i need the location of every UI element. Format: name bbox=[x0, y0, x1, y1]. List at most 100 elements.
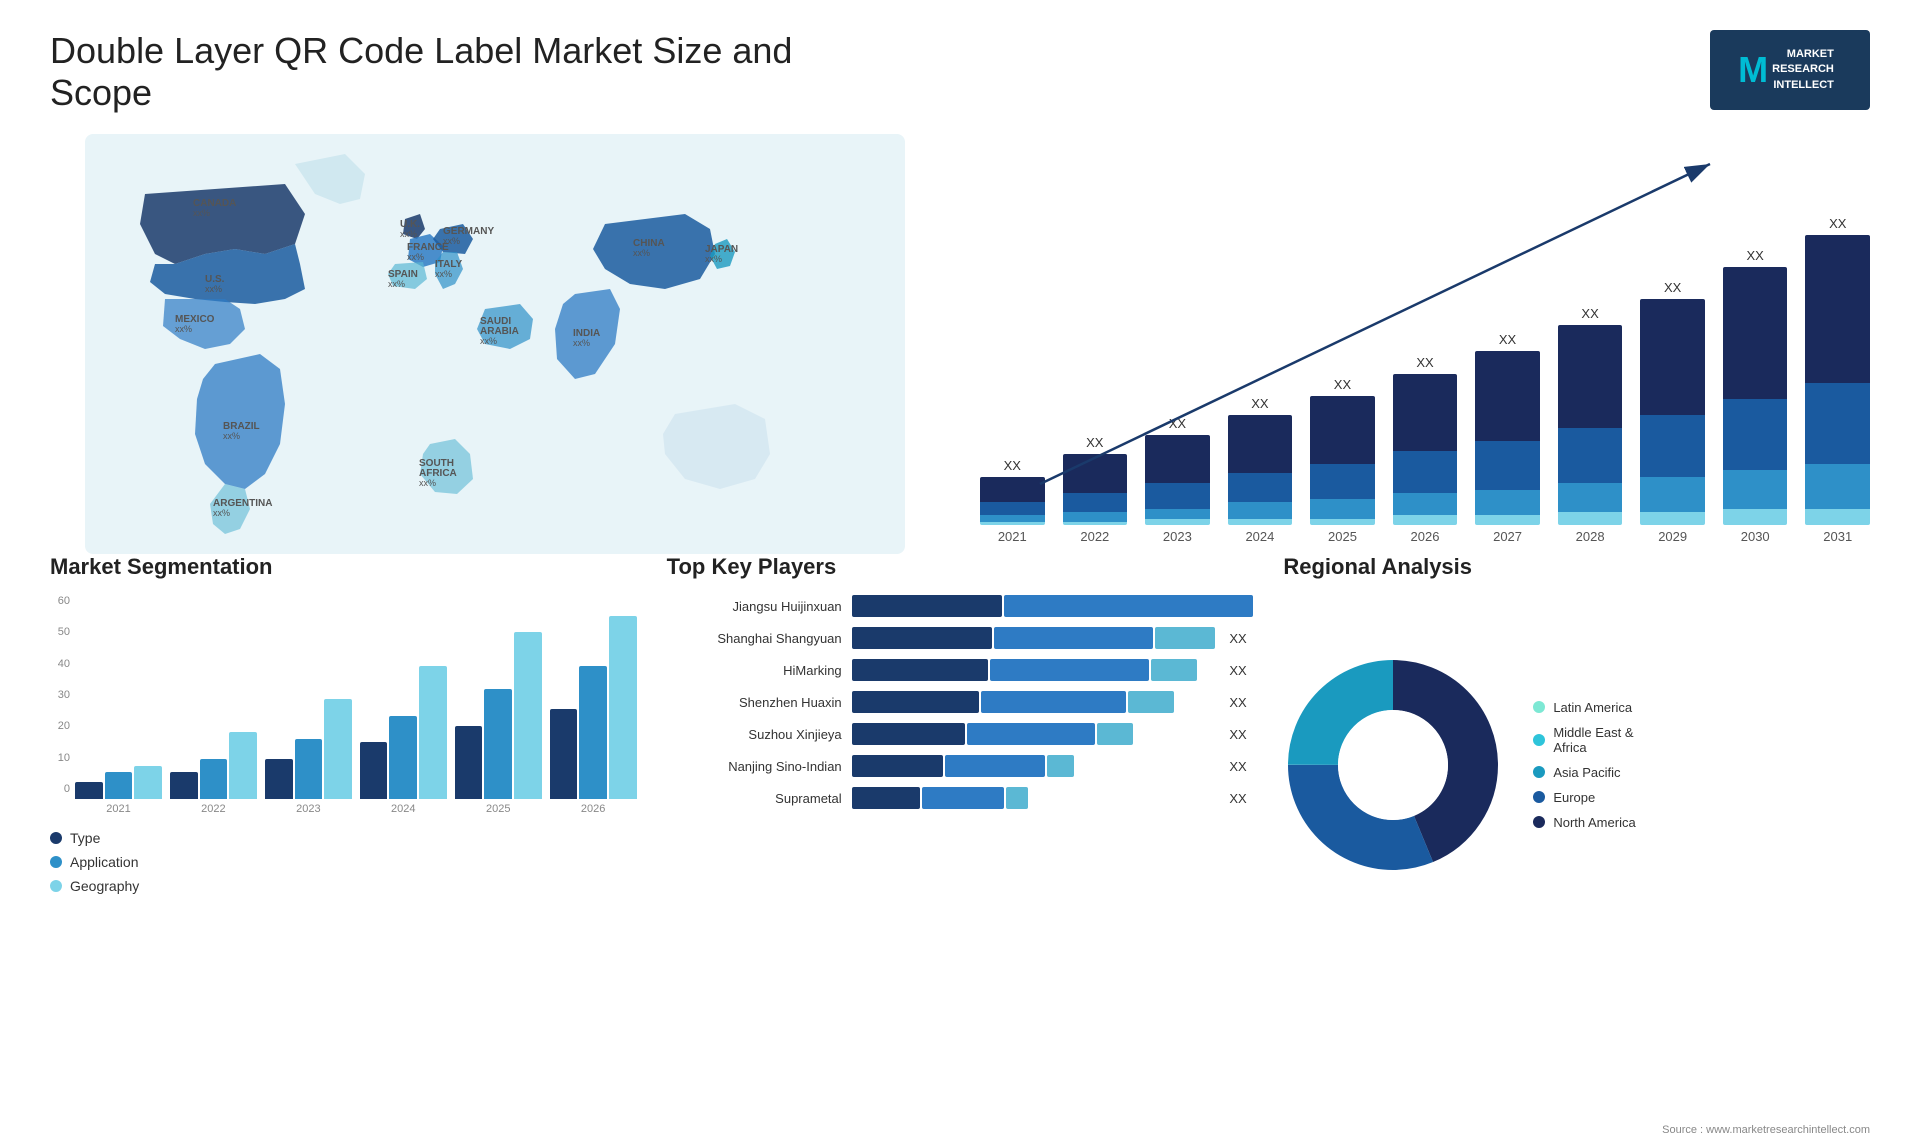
bar-x-label-2023: 2023 bbox=[1145, 529, 1210, 544]
players-section: Top Key Players Jiangsu HuijinxuanShangh… bbox=[667, 554, 1254, 934]
bar-stacked-2024 bbox=[1228, 415, 1293, 525]
latin-america-label: Latin America bbox=[1553, 700, 1632, 715]
seg-col bbox=[419, 666, 447, 799]
bar-stacked-2026 bbox=[1393, 374, 1458, 525]
app-dot bbox=[50, 856, 62, 868]
player-seg-2 bbox=[1155, 627, 1215, 649]
bar-seg-0 bbox=[1310, 396, 1375, 464]
bar-seg-1 bbox=[1805, 383, 1870, 464]
seg-x-2026: 2026 bbox=[581, 803, 605, 815]
player-name-4: Suzhou Xinjieya bbox=[667, 727, 842, 742]
bar-seg-3 bbox=[1475, 515, 1540, 525]
seg-col bbox=[265, 759, 293, 799]
bar-seg-1 bbox=[980, 502, 1045, 515]
seg-col bbox=[360, 742, 388, 799]
player-seg-0 bbox=[852, 691, 979, 713]
seg-legend-geo: Geography bbox=[50, 878, 637, 894]
player-row-6: SuprametalXX bbox=[667, 787, 1254, 809]
svg-text:xx%: xx% bbox=[443, 236, 460, 246]
svg-text:xx%: xx% bbox=[407, 252, 424, 262]
player-value-1: XX bbox=[1229, 631, 1253, 646]
seg-col bbox=[389, 716, 417, 799]
bar-seg-1 bbox=[1393, 451, 1458, 493]
bar-seg-2 bbox=[1805, 464, 1870, 509]
svg-text:xx%: xx% bbox=[388, 279, 405, 289]
seg-col bbox=[75, 782, 103, 799]
bar-seg-2 bbox=[1393, 493, 1458, 516]
seg-y-20: 20 bbox=[50, 720, 70, 732]
bar-seg-3 bbox=[1145, 519, 1210, 525]
legend-europe: Europe bbox=[1533, 790, 1635, 805]
seg-col bbox=[550, 709, 578, 799]
bar-group-2021: XX bbox=[980, 458, 1045, 525]
seg-col bbox=[609, 616, 637, 799]
bar-group-2029: XX bbox=[1640, 280, 1705, 525]
seg-y-60: 60 bbox=[50, 595, 70, 607]
donut-chart bbox=[1283, 655, 1503, 875]
seg-legend-type: Type bbox=[50, 830, 637, 846]
header: Double Layer QR Code Label Market Size a… bbox=[50, 30, 1870, 114]
geo-dot bbox=[50, 880, 62, 892]
bar-x-label-2026: 2026 bbox=[1393, 529, 1458, 544]
bar-value-2025: XX bbox=[1334, 377, 1351, 392]
bar-x-label-2030: 2030 bbox=[1723, 529, 1788, 544]
bar-seg-1 bbox=[1475, 441, 1540, 489]
svg-text:xx%: xx% bbox=[400, 229, 417, 239]
player-name-5: Nanjing Sino-Indian bbox=[667, 759, 842, 774]
bar-x-label-2031: 2031 bbox=[1805, 529, 1870, 544]
bar-seg-3 bbox=[1310, 519, 1375, 525]
seg-col bbox=[229, 732, 257, 799]
regional-legend: Latin America Middle East &Africa Asia P… bbox=[1533, 700, 1635, 830]
bar-x-label-2022: 2022 bbox=[1063, 529, 1128, 544]
player-seg-0 bbox=[852, 723, 966, 745]
player-seg-0 bbox=[852, 659, 988, 681]
seg-group-2026: 2026 bbox=[550, 599, 637, 815]
bar-seg-1 bbox=[1145, 483, 1210, 509]
bar-seg-0 bbox=[1475, 351, 1540, 441]
player-name-1: Shanghai Shangyuan bbox=[667, 631, 842, 646]
bar-seg-1 bbox=[1310, 464, 1375, 499]
svg-text:xx%: xx% bbox=[205, 284, 222, 294]
seg-legend-app-label: Application bbox=[70, 854, 139, 870]
player-bars-3 bbox=[852, 691, 1216, 713]
type-dot bbox=[50, 832, 62, 844]
player-seg-2 bbox=[1047, 755, 1074, 777]
player-row-2: HiMarkingXX bbox=[667, 659, 1254, 681]
player-value-3: XX bbox=[1229, 695, 1253, 710]
player-name-3: Shenzhen Huaxin bbox=[667, 695, 842, 710]
legend-north-america: North America bbox=[1533, 815, 1635, 830]
player-value-4: XX bbox=[1229, 727, 1253, 742]
seg-bar-row-2022 bbox=[170, 599, 257, 799]
player-seg-0 bbox=[852, 755, 943, 777]
bar-value-2024: XX bbox=[1251, 396, 1268, 411]
player-name-0: Jiangsu Huijinxuan bbox=[667, 599, 842, 614]
logo-box: M MARKETRESEARCHINTELLECT bbox=[1710, 30, 1870, 110]
player-seg-0 bbox=[852, 595, 1002, 617]
players-list: Jiangsu HuijinxuanShanghai ShangyuanXXHi… bbox=[667, 595, 1254, 934]
seg-group-2022: 2022 bbox=[170, 599, 257, 815]
north-america-label: North America bbox=[1553, 815, 1635, 830]
bar-seg-1 bbox=[1723, 399, 1788, 470]
bar-seg-0 bbox=[1640, 299, 1705, 415]
svg-text:xx%: xx% bbox=[633, 248, 650, 258]
bar-seg-2 bbox=[1558, 483, 1623, 512]
seg-legend-geo-label: Geography bbox=[70, 878, 139, 894]
seg-col bbox=[200, 759, 228, 799]
bar-stacked-2023 bbox=[1145, 435, 1210, 525]
seg-legend-type-label: Type bbox=[70, 830, 100, 846]
bar-seg-3 bbox=[1640, 512, 1705, 525]
bar-seg-2 bbox=[1063, 512, 1128, 522]
bar-stacked-2021 bbox=[980, 477, 1045, 525]
bar-group-2024: XX bbox=[1228, 396, 1293, 525]
logo-text: MARKETRESEARCHINTELLECT bbox=[1772, 47, 1842, 93]
bar-value-2022: XX bbox=[1086, 435, 1103, 450]
bar-seg-0 bbox=[980, 477, 1045, 503]
bar-stacked-2025 bbox=[1310, 396, 1375, 525]
player-seg-1 bbox=[967, 723, 1094, 745]
player-seg-0 bbox=[852, 787, 920, 809]
player-seg-2 bbox=[1006, 787, 1029, 809]
player-value-2: XX bbox=[1229, 663, 1253, 678]
bar-group-2031: XX bbox=[1805, 216, 1870, 525]
seg-group-2021: 2021 bbox=[75, 599, 162, 815]
player-bars-0 bbox=[852, 595, 1254, 617]
